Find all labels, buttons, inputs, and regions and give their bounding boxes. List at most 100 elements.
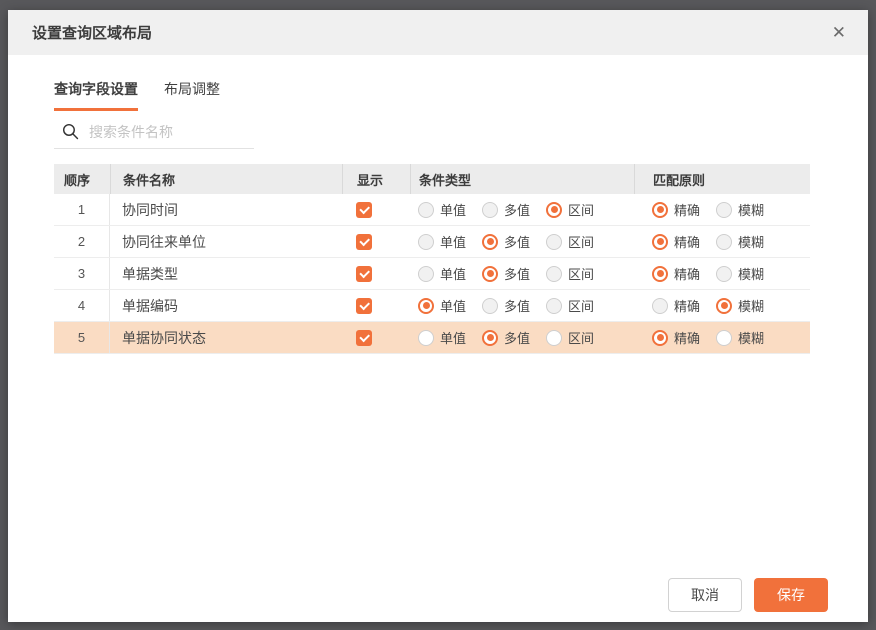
radio-option-exact[interactable]: 精确 (652, 264, 700, 283)
row-order-number: 2 (54, 226, 110, 257)
radio-single-value-selected[interactable] (418, 297, 434, 314)
radio-option-single-value[interactable]: 单值 (418, 264, 466, 283)
radio-single-value[interactable] (418, 233, 434, 250)
dialog-content: 查询字段设置 布局调整 顺序 条件名称 显示 条件类型 匹配原则 1 协同时间 (8, 79, 868, 354)
radio-range[interactable] (546, 329, 563, 346)
radio-option-fuzzy[interactable]: 模糊 (716, 296, 764, 315)
radio-option-single-value[interactable]: 单值 (418, 200, 466, 219)
radio-option-multi-value[interactable]: 多值 (482, 200, 530, 219)
radio-option-range[interactable]: 区间 (546, 328, 594, 347)
radio-option-range[interactable]: 区间 (546, 200, 594, 219)
header-type: 条件类型 (410, 164, 634, 194)
search-icon (62, 123, 79, 140)
radio-exact-selected[interactable] (652, 329, 668, 346)
row-condition-name: 协同时间 (122, 201, 178, 218)
radio-exact-selected[interactable] (652, 265, 668, 282)
radio-single-value[interactable] (418, 265, 434, 282)
radio-option-range[interactable]: 区间 (546, 264, 594, 283)
visible-checkbox[interactable] (356, 233, 372, 250)
row-order-number: 3 (54, 258, 110, 289)
close-icon[interactable]: ✕ (832, 24, 846, 41)
radio-exact-selected[interactable] (652, 201, 668, 218)
radio-option-single-value[interactable]: 单值 (418, 232, 466, 251)
radio-option-multi-value[interactable]: 多值 (482, 328, 530, 347)
radio-option-exact[interactable]: 精确 (652, 232, 700, 251)
table-row[interactable]: 1 协同时间 单值 多值 区间 精确 模糊 (54, 194, 810, 226)
row-condition-name: 单据类型 (122, 265, 178, 282)
row-condition-name: 协同往来单位 (122, 233, 206, 250)
match-rule-group: 精确 模糊 (634, 258, 810, 289)
row-condition-name: 单据编码 (122, 297, 178, 314)
radio-multi-value[interactable] (482, 297, 499, 314)
radio-exact-selected[interactable] (652, 233, 668, 250)
radio-range-selected[interactable] (546, 201, 563, 218)
radio-label-single-value: 单值 (440, 203, 467, 218)
row-order-number: 1 (54, 194, 110, 225)
radio-exact[interactable] (652, 297, 668, 314)
radio-option-fuzzy[interactable]: 模糊 (716, 232, 764, 251)
radio-label-exact: 精确 (674, 203, 701, 218)
radio-option-exact[interactable]: 精确 (652, 200, 700, 219)
condition-type-group: 单值 多值 区间 (410, 258, 634, 289)
radio-multi-value[interactable] (482, 201, 499, 218)
table-row[interactable]: 5 单据协同状态 单值 多值 区间 精确 模糊 (54, 322, 810, 354)
header-match-rule: 匹配原则 (634, 164, 810, 194)
radio-option-exact[interactable]: 精确 (652, 296, 700, 315)
condition-type-group: 单值 多值 区间 (410, 194, 634, 225)
radio-label-range: 区间 (568, 203, 595, 218)
tab-layout-adjust[interactable]: 布局调整 (164, 79, 220, 111)
radio-option-fuzzy[interactable]: 模糊 (716, 264, 764, 283)
radio-option-range[interactable]: 区间 (546, 232, 594, 251)
table-row[interactable]: 2 协同往来单位 单值 多值 区间 精确 模糊 (54, 226, 810, 258)
radio-multi-value-selected[interactable] (482, 265, 499, 282)
radio-fuzzy[interactable] (716, 265, 733, 282)
visible-checkbox[interactable] (356, 329, 372, 346)
condition-type-group: 单值 多值 区间 (410, 322, 634, 353)
dialog-titlebar: 设置查询区域布局 ✕ (8, 10, 868, 55)
cancel-button[interactable]: 取消 (668, 578, 742, 612)
row-order-number: 5 (54, 322, 110, 353)
radio-option-exact[interactable]: 精确 (652, 328, 700, 347)
radio-option-range[interactable]: 区间 (546, 296, 594, 315)
search-box[interactable] (54, 117, 254, 149)
radio-label-multi-value: 多值 (504, 203, 531, 218)
radio-option-multi-value[interactable]: 多值 (482, 264, 530, 283)
visible-checkbox[interactable] (356, 265, 372, 282)
radio-multi-value-selected[interactable] (482, 329, 499, 346)
radio-label-fuzzy: 模糊 (738, 235, 765, 250)
table-row[interactable]: 4 单据编码 单值 多值 区间 精确 模糊 (54, 290, 810, 322)
radio-range[interactable] (546, 233, 563, 250)
radio-label-exact: 精确 (674, 235, 701, 250)
radio-fuzzy[interactable] (716, 329, 733, 346)
visible-checkbox[interactable] (356, 201, 372, 218)
radio-option-multi-value[interactable]: 多值 (482, 232, 530, 251)
save-button[interactable]: 保存 (754, 578, 828, 612)
visible-checkbox[interactable] (356, 297, 372, 314)
radio-option-single-value[interactable]: 单值 (418, 296, 466, 315)
match-rule-group: 精确 模糊 (634, 226, 810, 257)
dialog-footer: 取消 保存 (668, 578, 828, 612)
set-query-layout-dialog: 设置查询区域布局 ✕ 查询字段设置 布局调整 顺序 条件名称 显示 条件类型 匹… (8, 10, 868, 622)
radio-single-value[interactable] (418, 329, 434, 346)
radio-range[interactable] (546, 297, 563, 314)
radio-fuzzy[interactable] (716, 233, 733, 250)
radio-option-single-value[interactable]: 单值 (418, 328, 466, 347)
match-rule-group: 精确 模糊 (634, 194, 810, 225)
radio-label-single-value: 单值 (440, 299, 467, 314)
radio-fuzzy-selected[interactable] (716, 297, 733, 314)
table-row[interactable]: 3 单据类型 单值 多值 区间 精确 模糊 (54, 258, 810, 290)
radio-fuzzy[interactable] (716, 201, 733, 218)
radio-multi-value-selected[interactable] (482, 233, 499, 250)
match-rule-group: 精确 模糊 (634, 290, 810, 321)
radio-single-value[interactable] (418, 201, 434, 218)
tab-query-field-settings[interactable]: 查询字段设置 (54, 79, 138, 111)
radio-option-fuzzy[interactable]: 模糊 (716, 200, 764, 219)
header-visible: 显示 (342, 164, 410, 194)
radio-label-exact: 精确 (674, 267, 701, 282)
row-condition-name: 单据协同状态 (122, 329, 206, 346)
radio-option-fuzzy[interactable]: 模糊 (716, 328, 764, 347)
radio-label-fuzzy: 模糊 (738, 299, 765, 314)
search-input[interactable] (89, 123, 239, 140)
radio-range[interactable] (546, 265, 563, 282)
radio-option-multi-value[interactable]: 多值 (482, 296, 530, 315)
